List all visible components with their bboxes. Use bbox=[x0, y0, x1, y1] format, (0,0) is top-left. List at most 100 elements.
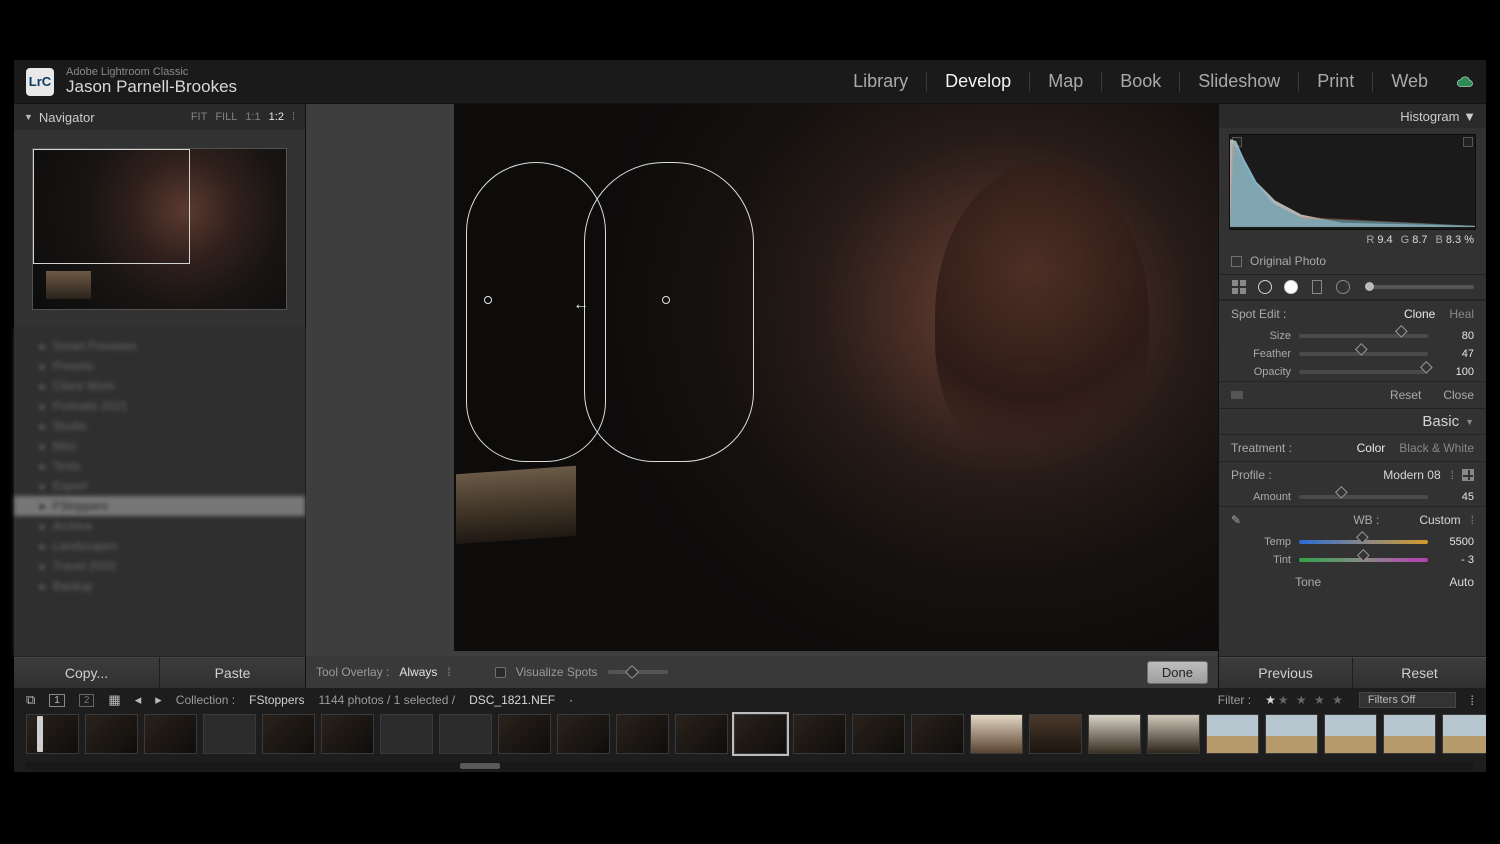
heal-source-outline[interactable] bbox=[584, 162, 754, 462]
visualize-spots-slider[interactable] bbox=[608, 670, 668, 674]
thumbnail-row[interactable] bbox=[14, 712, 1486, 762]
treatment-bw[interactable]: Black & White bbox=[1399, 441, 1474, 455]
filters-off-dropdown[interactable]: Filters Off bbox=[1359, 692, 1456, 708]
panel-switch-icon[interactable] bbox=[1231, 391, 1243, 399]
temp-slider[interactable] bbox=[1299, 540, 1428, 544]
clone-mode[interactable]: Clone bbox=[1404, 307, 1435, 321]
filter-stars[interactable]: ★★ ★ ★ ★ bbox=[1265, 693, 1345, 707]
module-web[interactable]: Web bbox=[1383, 69, 1436, 94]
thumbnail[interactable] bbox=[1029, 714, 1082, 754]
size-slider[interactable] bbox=[1299, 334, 1428, 338]
disclosure-triangle-icon: ▼ bbox=[24, 112, 33, 122]
heal-source-pin[interactable] bbox=[662, 296, 670, 304]
thumbnail[interactable] bbox=[321, 714, 374, 754]
original-photo-toggle[interactable]: Original Photo bbox=[1219, 248, 1486, 274]
module-map[interactable]: Map bbox=[1040, 69, 1091, 94]
paste-button[interactable]: Paste bbox=[159, 657, 305, 688]
zoom-menu-icon[interactable]: ⁞ bbox=[292, 111, 295, 123]
auto-tone[interactable]: Auto bbox=[1449, 575, 1474, 589]
local-tools-strip bbox=[1219, 274, 1486, 300]
collection-value[interactable]: FStoppers bbox=[249, 693, 304, 707]
heal-target-pin[interactable] bbox=[484, 296, 492, 304]
previous-button[interactable]: Previous bbox=[1219, 657, 1352, 688]
module-slideshow[interactable]: Slideshow bbox=[1190, 69, 1288, 94]
checkbox-icon[interactable] bbox=[1231, 256, 1242, 267]
gradient-tool-icon[interactable] bbox=[1309, 279, 1325, 295]
filmstrip-scrollbar[interactable] bbox=[26, 762, 1474, 770]
identity-plate[interactable]: Jason Parnell-Brookes bbox=[66, 78, 237, 97]
thumbnail[interactable] bbox=[26, 714, 79, 754]
histogram[interactable] bbox=[1229, 134, 1476, 230]
thumbnail[interactable] bbox=[1147, 714, 1200, 754]
thumbnail[interactable] bbox=[498, 714, 551, 754]
thumbnail[interactable] bbox=[380, 714, 433, 754]
thumbnail[interactable] bbox=[557, 714, 610, 754]
spot-tool-icon[interactable] bbox=[1257, 279, 1273, 295]
thumbnail[interactable] bbox=[1088, 714, 1141, 754]
thumbnail[interactable] bbox=[1442, 714, 1486, 754]
module-develop[interactable]: Develop bbox=[937, 69, 1019, 94]
thumbnail[interactable] bbox=[203, 714, 256, 754]
nav-back-icon[interactable]: ◂ bbox=[135, 692, 142, 708]
amount-slider[interactable] bbox=[1299, 495, 1428, 499]
thumbnail[interactable] bbox=[616, 714, 669, 754]
folders-panel[interactable]: ▸ Smart Previews▸ Presets▸ Client Work ▸… bbox=[14, 328, 305, 656]
main-window-icon[interactable]: 1 bbox=[49, 694, 65, 707]
filter-lock-icon[interactable]: ⁞ bbox=[1470, 693, 1474, 708]
profile-picker[interactable]: Modern 08 bbox=[1383, 468, 1440, 482]
thumbnail[interactable] bbox=[262, 714, 315, 754]
thumbnail[interactable] bbox=[793, 714, 846, 754]
opacity-slider[interactable] bbox=[1299, 370, 1428, 374]
navigator-viewport[interactable] bbox=[33, 149, 190, 264]
treatment-color[interactable]: Color bbox=[1357, 441, 1386, 455]
module-book[interactable]: Book bbox=[1112, 69, 1169, 94]
grid-view-icon[interactable]: ▦ bbox=[108, 692, 120, 708]
thumbnail[interactable] bbox=[1383, 714, 1436, 754]
basic-panel-header[interactable]: Basic▼ bbox=[1219, 408, 1486, 434]
module-print[interactable]: Print bbox=[1309, 69, 1362, 94]
zoom-1-2[interactable]: 1:2 bbox=[269, 111, 284, 123]
nav-fwd-icon[interactable]: ▸ bbox=[155, 692, 162, 708]
histogram-header[interactable]: Histogram ▼ bbox=[1219, 104, 1486, 128]
tool-overlay-value[interactable]: Always bbox=[399, 665, 437, 679]
secondary-display-icon[interactable]: ⧉ bbox=[26, 692, 35, 708]
visualize-spots-checkbox[interactable] bbox=[495, 667, 506, 678]
thumbnail[interactable] bbox=[852, 714, 905, 754]
brush-tool-icon[interactable] bbox=[1365, 285, 1474, 289]
spot-tool-selected-icon[interactable] bbox=[1283, 279, 1299, 295]
profile-browser-icon[interactable] bbox=[1462, 469, 1474, 481]
crop-tool-icon[interactable] bbox=[1231, 279, 1247, 295]
heal-mode[interactable]: Heal bbox=[1449, 307, 1474, 321]
rgb-readout: R9.4 G8.7 B8.3 % bbox=[1219, 232, 1486, 248]
thumbnail[interactable] bbox=[911, 714, 964, 754]
spot-close[interactable]: Close bbox=[1443, 388, 1474, 402]
thumbnail[interactable] bbox=[675, 714, 728, 754]
zoom-fit[interactable]: FIT bbox=[191, 111, 208, 123]
thumbnail[interactable] bbox=[85, 714, 138, 754]
wb-picker[interactable]: Custom bbox=[1419, 513, 1460, 527]
radial-tool-icon[interactable] bbox=[1335, 279, 1351, 295]
thumbnail[interactable] bbox=[439, 714, 492, 754]
second-window-icon[interactable]: 2 bbox=[79, 694, 95, 707]
zoom-1-1[interactable]: 1:1 bbox=[245, 111, 260, 123]
spot-reset[interactable]: Reset bbox=[1390, 388, 1421, 402]
thumbnail[interactable] bbox=[144, 714, 197, 754]
right-panel: Histogram ▼ R9.4 G8.7 B8.3 % Original bbox=[1218, 104, 1486, 688]
image-stage[interactable]: ← bbox=[306, 104, 1218, 656]
tint-slider[interactable] bbox=[1299, 558, 1428, 562]
navigator-preview[interactable] bbox=[14, 130, 305, 328]
done-button[interactable]: Done bbox=[1147, 661, 1208, 684]
zoom-fill[interactable]: FILL bbox=[215, 111, 237, 123]
reset-button[interactable]: Reset bbox=[1352, 657, 1486, 688]
thumbnail[interactable] bbox=[1324, 714, 1377, 754]
copy-button[interactable]: Copy... bbox=[14, 657, 159, 688]
navigator-header[interactable]: ▼ Navigator FIT FILL 1:1 1:2 ⁞ bbox=[14, 104, 305, 130]
cloud-sync-icon[interactable] bbox=[1456, 76, 1474, 88]
thumbnail-selected[interactable] bbox=[734, 714, 787, 754]
thumbnail[interactable] bbox=[1206, 714, 1259, 754]
wb-eyedropper-icon[interactable]: ✎ bbox=[1231, 513, 1241, 527]
module-library[interactable]: Library bbox=[845, 69, 916, 94]
thumbnail[interactable] bbox=[970, 714, 1023, 754]
feather-slider[interactable] bbox=[1299, 352, 1428, 356]
thumbnail[interactable] bbox=[1265, 714, 1318, 754]
